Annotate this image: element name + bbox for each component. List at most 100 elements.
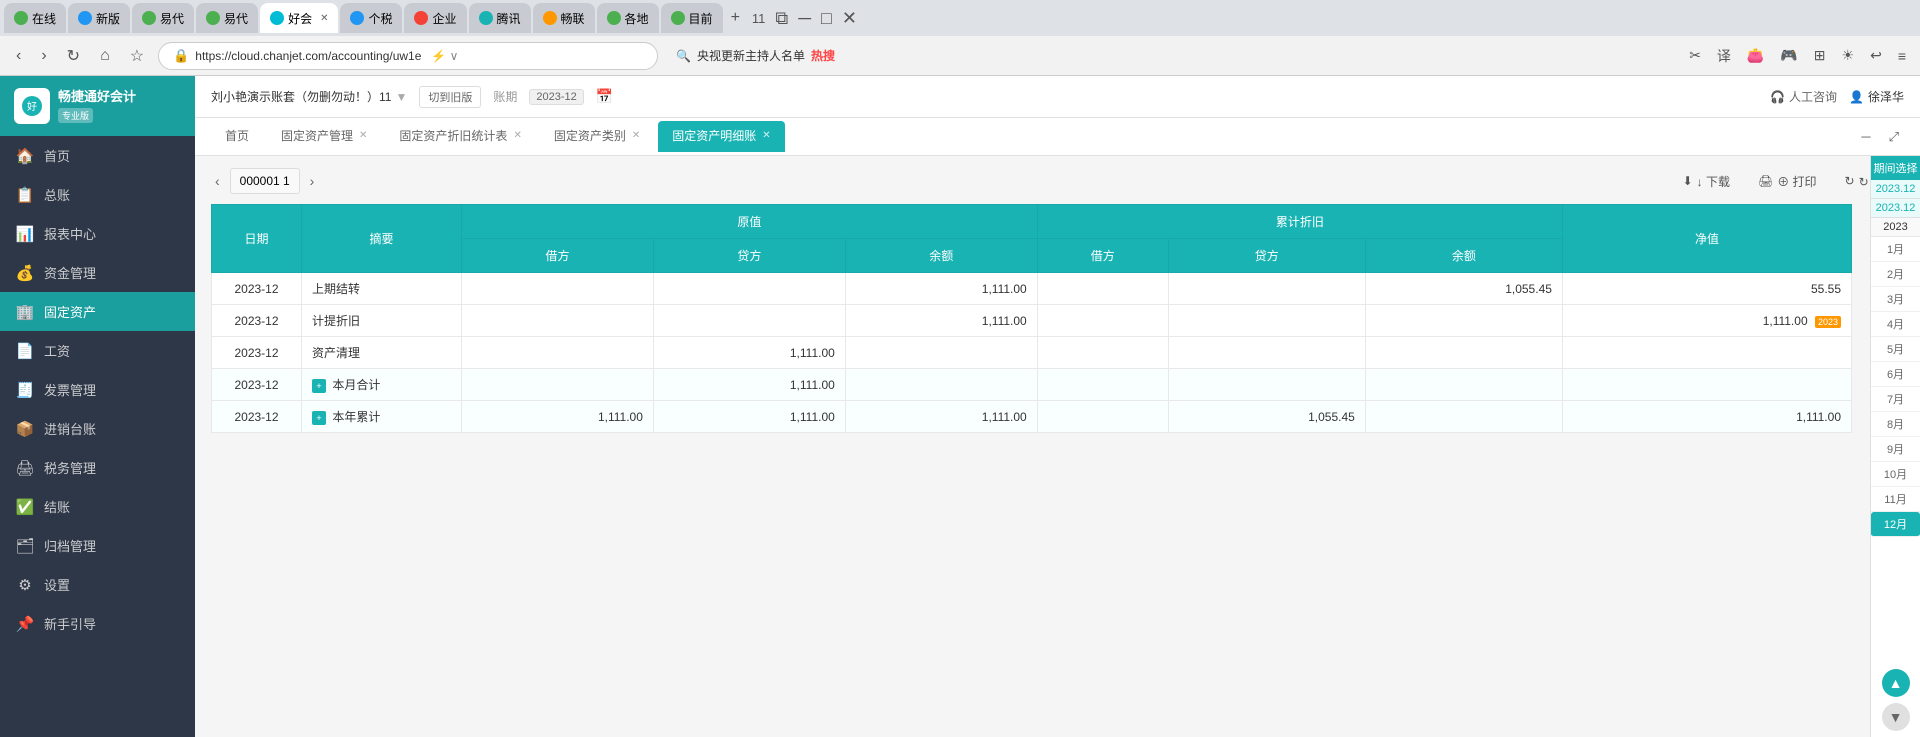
forward-button[interactable]: › bbox=[35, 45, 52, 67]
sidebar-item-home[interactable]: 🏠 首页 bbox=[0, 136, 195, 175]
browser-tab-1[interactable]: 新版 bbox=[68, 3, 130, 33]
browser-tab-5[interactable]: 个税 bbox=[340, 3, 402, 33]
page-number-input[interactable] bbox=[230, 168, 300, 194]
home-icon: 🏠 bbox=[16, 147, 34, 165]
browser-tab-6[interactable]: 企业 bbox=[404, 3, 466, 33]
period-month-9[interactable]: 9月 bbox=[1871, 437, 1920, 462]
sidebar-item-ledger[interactable]: 📋 总账 bbox=[0, 175, 195, 214]
browser-tab-4[interactable]: 好会 ✕ bbox=[260, 3, 338, 33]
browser-tab-close-4[interactable]: ✕ bbox=[320, 13, 328, 24]
address-input-container[interactable]: 🔒 https://cloud.chanjet.com/accounting/u… bbox=[158, 42, 658, 70]
page-tab-fa-category[interactable]: 固定资产类别 ✕ bbox=[540, 121, 654, 152]
download-label: ↓ 下载 bbox=[1697, 173, 1730, 190]
tab-close-depreciation[interactable]: ✕ bbox=[513, 130, 521, 141]
period-month-2[interactable]: 2月 bbox=[1871, 262, 1920, 287]
company-selector[interactable]: 刘小艳演示账套（勿删勿动！）11 ▼ bbox=[211, 88, 407, 105]
download-button[interactable]: ⬇ ↓ 下载 bbox=[1675, 169, 1738, 194]
period-month-5[interactable]: 5月 bbox=[1871, 337, 1920, 362]
period-month-10[interactable]: 10月 bbox=[1871, 462, 1920, 487]
calendar-icon[interactable]: 📅 bbox=[596, 88, 613, 105]
sidebar-item-funds[interactable]: 💰 资金管理 bbox=[0, 253, 195, 292]
page-tab-fa-management[interactable]: 固定资产管理 ✕ bbox=[267, 121, 381, 152]
menu-icon[interactable]: ≡ bbox=[1894, 46, 1910, 66]
period-scroll-down[interactable]: ▼ bbox=[1882, 703, 1910, 731]
browser-tab-8[interactable]: 畅联 bbox=[533, 3, 595, 33]
top-bar: 刘小艳演示账套（勿删勿动！）11 ▼ 切到旧版 账期 2023-12 📅 🎧 人… bbox=[195, 76, 1920, 118]
period-month-11[interactable]: 11月 bbox=[1871, 487, 1920, 512]
sidebar-item-payroll[interactable]: 📄 工资 bbox=[0, 331, 195, 370]
scissors-icon[interactable]: ✂ bbox=[1685, 45, 1705, 66]
new-tab-button[interactable]: + bbox=[725, 9, 746, 27]
maximize-button[interactable]: □ bbox=[821, 8, 832, 29]
period-year: 2023 bbox=[1871, 218, 1920, 237]
browser-toolbar-icons: ✂ 译 👛 🎮 ⊞ ☀ ↩ ≡ bbox=[1685, 44, 1910, 68]
support-button[interactable]: 🎧 人工咨询 bbox=[1770, 88, 1837, 105]
cell-date-3: 2023-12 bbox=[212, 369, 302, 401]
browser-tab-2[interactable]: 易代 bbox=[132, 3, 194, 33]
history-icon[interactable]: ↩ bbox=[1866, 45, 1886, 66]
sidebar-item-settings[interactable]: ⚙ 设置 bbox=[0, 565, 195, 604]
sidebar-item-fixed-assets[interactable]: 🏢 固定资产 bbox=[0, 292, 195, 331]
back-button[interactable]: ‹ bbox=[10, 45, 27, 67]
tab-list-button[interactable]: ⧉ bbox=[775, 8, 788, 29]
translate-icon[interactable]: 译 bbox=[1713, 44, 1735, 68]
period-month-3[interactable]: 3月 bbox=[1871, 287, 1920, 312]
next-page-button[interactable]: › bbox=[306, 171, 319, 191]
browser-tab-3[interactable]: 易代 bbox=[196, 3, 258, 33]
browser-tab-9[interactable]: 各地 bbox=[597, 3, 659, 33]
period-month-4[interactable]: 4月 bbox=[1871, 312, 1920, 337]
sidebar-item-archive[interactable]: 🗂 归档管理 bbox=[0, 526, 195, 565]
wallet-icon[interactable]: 👛 bbox=[1743, 45, 1768, 66]
page-tab-fa-depreciation[interactable]: 固定资产折旧统计表 ✕ bbox=[385, 121, 535, 152]
print-icon: 🖨 bbox=[1758, 174, 1773, 188]
close-browser-button[interactable]: ✕ bbox=[842, 8, 857, 29]
sidebar-item-guide[interactable]: 📌 新手引导 bbox=[0, 604, 195, 643]
cell-accum-credit-1 bbox=[1168, 305, 1365, 337]
print-label: ⊕ 打印 bbox=[1777, 173, 1816, 190]
user-button[interactable]: 👤 徐泽华 bbox=[1849, 88, 1904, 105]
logo-title: 畅捷通好会计 bbox=[58, 89, 136, 106]
sidebar-item-purchase-sales[interactable]: 📦 进销台账 bbox=[0, 409, 195, 448]
sidebar-item-tax[interactable]: 🖨 税务管理 bbox=[0, 448, 195, 487]
minimize-button[interactable]: ─ bbox=[798, 8, 811, 29]
reload-button[interactable]: ↻ bbox=[61, 44, 86, 68]
game-icon[interactable]: 🎮 bbox=[1776, 45, 1801, 66]
period-end-date[interactable]: 2023.12 bbox=[1871, 199, 1920, 218]
browser-tab-10[interactable]: 目前 bbox=[661, 3, 723, 33]
page-tab-fa-detail[interactable]: 固定资产明细账 ✕ bbox=[658, 121, 784, 152]
grid-icon[interactable]: ⊞ bbox=[1810, 45, 1830, 66]
period-month-8[interactable]: 8月 bbox=[1871, 412, 1920, 437]
browser-tab-7[interactable]: 腾讯 bbox=[469, 3, 531, 33]
page-tab-home[interactable]: 首页 bbox=[211, 121, 263, 152]
logo-text-container: 畅捷通好会计 专业版 bbox=[58, 89, 136, 123]
print-button[interactable]: 🖨 ⊕ 打印 bbox=[1750, 169, 1825, 194]
sidebar-item-reports[interactable]: 📊 报表中心 bbox=[0, 214, 195, 253]
win-maximize-button[interactable]: ⤢ bbox=[1884, 127, 1904, 147]
sidebar-item-closing[interactable]: ✅ 结账 bbox=[0, 487, 195, 526]
main-content: 刘小艳演示账套（勿删勿动！）11 ▼ 切到旧版 账期 2023-12 📅 🎧 人… bbox=[195, 76, 1920, 737]
period-month-6[interactable]: 6月 bbox=[1871, 362, 1920, 387]
home-button[interactable]: ⌂ bbox=[94, 45, 116, 67]
period-month-12[interactable]: 12月 bbox=[1871, 512, 1920, 537]
address-extra-icons: ⚡ ∨ bbox=[431, 49, 458, 63]
period-scroll-up[interactable]: ▲ bbox=[1882, 669, 1910, 697]
browser-tab-bar: 在线 新版 易代 易代 好会 ✕ 个税 企业 腾讯 畅联 各地 目前 + 11 bbox=[0, 0, 1920, 36]
brightness-icon[interactable]: ☀ bbox=[1838, 45, 1859, 66]
period-value[interactable]: 2023-12 bbox=[529, 89, 583, 105]
tab-close-category[interactable]: ✕ bbox=[632, 130, 640, 141]
sidebar-item-invoice[interactable]: 🧾 发票管理 bbox=[0, 370, 195, 409]
switch-version-button[interactable]: 切到旧版 bbox=[419, 86, 481, 108]
browser-tab-0[interactable]: 在线 bbox=[4, 3, 66, 33]
cell-orig-credit-2: 1,111.00 bbox=[653, 337, 845, 369]
period-month-7[interactable]: 7月 bbox=[1871, 387, 1920, 412]
sidebar-label-archive: 归档管理 bbox=[44, 536, 96, 555]
cell-orig-balance-4: 1,111.00 bbox=[845, 401, 1037, 433]
prev-page-button[interactable]: ‹ bbox=[211, 171, 224, 191]
period-start-date[interactable]: 2023.12 bbox=[1871, 180, 1920, 199]
tab-close-fa[interactable]: ✕ bbox=[359, 130, 367, 141]
period-month-1[interactable]: 1月 bbox=[1871, 237, 1920, 262]
win-minimize-button[interactable]: ─ bbox=[1856, 127, 1875, 147]
bookmark-button[interactable]: ☆ bbox=[124, 44, 150, 68]
page-tab-fa-label: 固定资产管理 bbox=[281, 127, 353, 144]
tab-close-detail[interactable]: ✕ bbox=[762, 130, 770, 141]
